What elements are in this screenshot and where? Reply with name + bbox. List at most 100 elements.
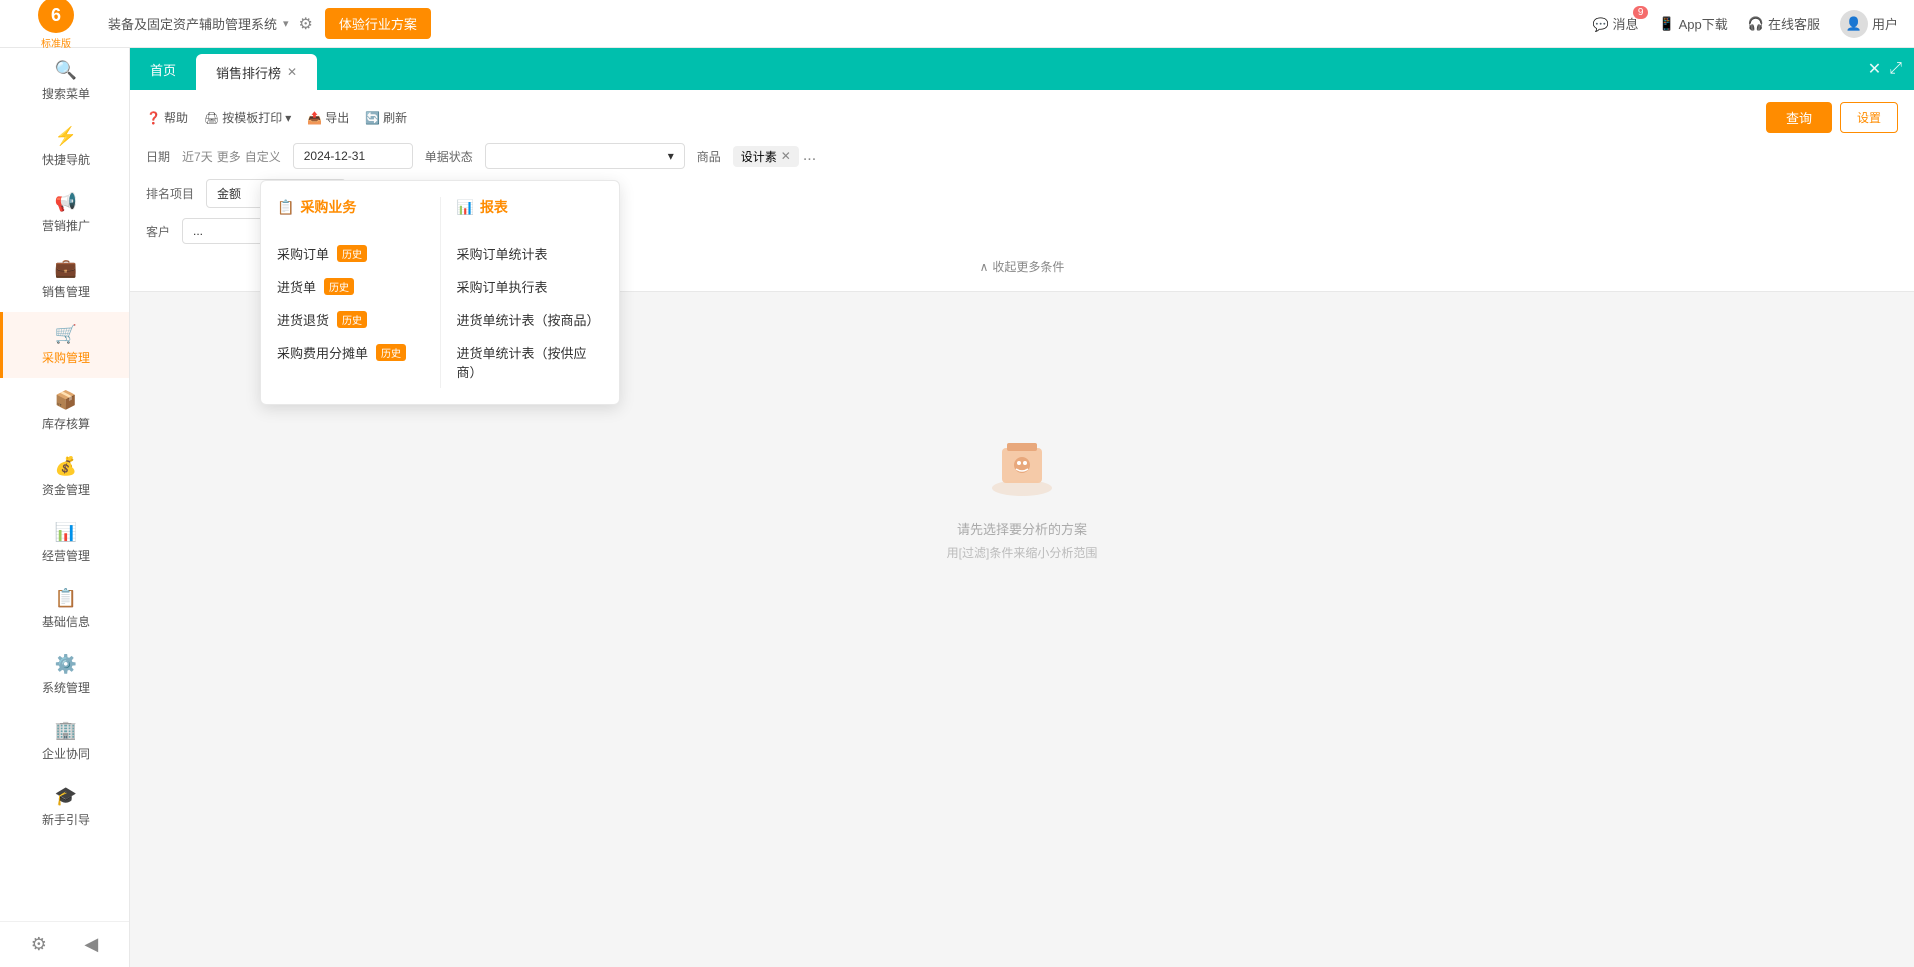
user-item[interactable]: 👤 用户 (1840, 10, 1898, 38)
sidebar-label-finance: 资金管理 (42, 481, 90, 498)
refresh-btn[interactable]: 🔄 刷新 (365, 109, 407, 126)
menu-item-receipt-stats-goods[interactable]: 进货单统计表（按商品） (457, 303, 604, 336)
menu-item-order-stats[interactable]: 采购订单统计表 (457, 237, 604, 270)
sidebar-label-system: 系统管理 (42, 679, 90, 696)
notification-label: 消息 (1612, 17, 1638, 32)
tab-bar: 首页 销售排行榜 ✕ ✕ ⤢ (130, 48, 1914, 90)
date-quick-custom[interactable]: 自定义 (245, 148, 281, 165)
sidebar-item-purchase[interactable]: 🛒 采购管理 (0, 312, 129, 378)
export-btn[interactable]: 📤 导出 (307, 109, 349, 126)
menu-item-return-label: 进货退货 (277, 310, 329, 329)
tab-expand-btn[interactable]: ⤢ (1889, 60, 1902, 78)
sidebar-item-sales[interactable]: 💼 销售管理 (0, 246, 129, 312)
export-icon: 📤 (307, 111, 322, 125)
date-label: 日期 (146, 148, 170, 165)
goods-tag: 设计素 ✕ (733, 146, 799, 167)
sidebar-label-operation: 经营管理 (42, 547, 90, 564)
sidebar-label-search: 搜索菜单 (42, 85, 90, 102)
sidebar-label-base: 基础信息 (42, 613, 90, 630)
history-badge-3: 历史 (337, 311, 367, 328)
sidebar: 🔍 搜索菜单 ⚡ 快捷导航 📢 营销推广 💼 销售管理 🛒 采购管理 📦 (0, 48, 130, 967)
tab-close-icon[interactable]: ✕ (287, 65, 297, 79)
system-dropdown-arrow[interactable]: ▾ (283, 17, 289, 30)
sidebar-item-finance[interactable]: 💰 资金管理 (0, 444, 129, 510)
reports-menu-title-text: 报表 (480, 197, 508, 217)
menu-item-expense-label: 采购费用分摊单 (277, 343, 368, 362)
phone-icon: 📱 (1658, 16, 1674, 32)
menu-columns: 📋 采购业务 采购订单 历史 进货单 历史 (277, 197, 603, 388)
menu-item-purchase-receipt[interactable]: 进货单 历史 (277, 270, 424, 303)
notification-item[interactable]: 💬 9 消息 (1593, 14, 1639, 33)
date-quick-more[interactable]: 更多 (217, 148, 241, 165)
refresh-icon: 🔄 (365, 111, 380, 125)
system-title: 装备及固定资产辅助管理系统 ▾ ⚙ (108, 14, 313, 34)
sidebar-label-enterprise: 企业协同 (42, 745, 90, 762)
sidebar-collapse-btn[interactable]: ◀ (84, 934, 98, 955)
empty-illustration (972, 423, 1072, 503)
goods-tag-close[interactable]: ✕ (781, 149, 791, 163)
date-value: 2024-12-31 (304, 149, 365, 163)
sidebar-item-enterprise[interactable]: 🏢 企业协同 (0, 708, 129, 774)
tab-sales-rank[interactable]: 销售排行榜 ✕ (196, 54, 317, 90)
rank-label: 排名项目 (146, 185, 194, 202)
sidebar-item-guide[interactable]: 🎓 新手引导 (0, 774, 129, 840)
online-service-item[interactable]: 🎧 在线客服 (1748, 14, 1820, 33)
query-btn[interactable]: 查询 (1766, 102, 1832, 133)
headset-icon: 🎧 (1748, 16, 1764, 32)
menu-col-purchase: 📋 采购业务 采购订单 历史 进货单 历史 (277, 197, 424, 388)
base-info-icon: 📋 (55, 588, 77, 609)
settings-icon[interactable]: ⚙ (299, 14, 313, 34)
sidebar-label-purchase: 采购管理 (42, 349, 90, 366)
date-quick-7days[interactable]: 近7天 (182, 148, 213, 165)
goods-filter: 设计素 ✕ ... (733, 146, 816, 167)
sidebar-item-inventory[interactable]: 📦 库存核算 (0, 378, 129, 444)
tab-close-btn[interactable]: ✕ (1868, 59, 1881, 79)
filter-row-1: 日期 近7天 更多 自定义 2024-12-31 单据状态 ▾ (146, 143, 1898, 169)
inventory-icon: 📦 (55, 390, 77, 411)
industry-btn[interactable]: 体验行业方案 (325, 8, 431, 39)
logo-icon: 6 (38, 0, 74, 33)
toolbar-actions: ❓ 帮助 🖨 按模板打印 ▾ 📤 导出 (146, 109, 407, 126)
avatar: 👤 (1840, 10, 1868, 38)
menu-item-order-exec[interactable]: 采购订单执行表 (457, 270, 604, 303)
menu-item-purchase-order-label: 采购订单 (277, 244, 329, 263)
menu-item-receipt-stats-supplier[interactable]: 进货单统计表（按供应商） (457, 336, 604, 388)
rank-value: 金额 (217, 185, 241, 202)
date-input[interactable]: 2024-12-31 (293, 143, 413, 169)
top-right-area: 💬 9 消息 📱 App下载 🎧 在线客服 👤 用户 (1593, 10, 1898, 38)
menu-item-receipt-stats-goods-label: 进货单统计表（按商品） (457, 310, 600, 329)
operation-icon: 📊 (55, 522, 77, 543)
content-body: ❓ 帮助 🖨 按模板打印 ▾ 📤 导出 (130, 90, 1914, 967)
sidebar-label-marketing: 营销推广 (42, 217, 90, 234)
doc-status-select[interactable]: ▾ (485, 143, 685, 169)
menu-item-purchase-order[interactable]: 采购订单 历史 (277, 237, 424, 270)
sidebar-item-operation[interactable]: 📊 经营管理 (0, 510, 129, 576)
help-btn[interactable]: ❓ 帮助 (146, 109, 188, 126)
message-icon: 💬 (1593, 17, 1609, 32)
print-btn[interactable]: 🖨 按模板打印 ▾ (204, 109, 291, 126)
sidebar-item-system[interactable]: ⚙️ 系统管理 (0, 642, 129, 708)
app-download-item[interactable]: 📱 App下载 (1658, 14, 1727, 33)
app-download-label: App下载 (1679, 14, 1728, 33)
tab-home[interactable]: 首页 (130, 48, 196, 90)
menu-item-purchase-return[interactable]: 进货退货 历史 (277, 303, 424, 336)
purchase-menu-title-text: 采购业务 (300, 197, 356, 217)
sidebar-item-quick-nav[interactable]: ⚡ 快捷导航 (0, 114, 129, 180)
help-icon: ❓ (146, 111, 161, 125)
goods-dots[interactable]: ... (803, 147, 816, 165)
export-label: 导出 (325, 109, 349, 126)
sidebar-item-search-menu[interactable]: 🔍 搜索菜单 (0, 48, 129, 114)
sidebar-item-marketing[interactable]: 📢 营销推广 (0, 180, 129, 246)
menu-item-purchase-expense[interactable]: 采购费用分摊单 历史 (277, 336, 424, 369)
menu-item-order-exec-label: 采购订单执行表 (457, 277, 548, 296)
collapse-btn[interactable]: ∧ 收起更多条件 (964, 254, 1081, 279)
toolbar-row: ❓ 帮助 🖨 按模板打印 ▾ 📤 导出 (146, 102, 1898, 133)
setting-btn[interactable]: 设置 (1840, 102, 1898, 133)
sidebar-item-base-info[interactable]: 📋 基础信息 (0, 576, 129, 642)
sidebar-settings-btn[interactable]: ⚙ (31, 934, 47, 955)
menu-item-receipt-stats-supplier-label: 进货单统计表（按供应商） (457, 343, 604, 381)
refresh-label: 刷新 (383, 109, 407, 126)
sales-icon: 💼 (55, 258, 77, 279)
print-label: 按模板打印 (222, 109, 282, 126)
history-badge-1: 历史 (337, 245, 367, 262)
